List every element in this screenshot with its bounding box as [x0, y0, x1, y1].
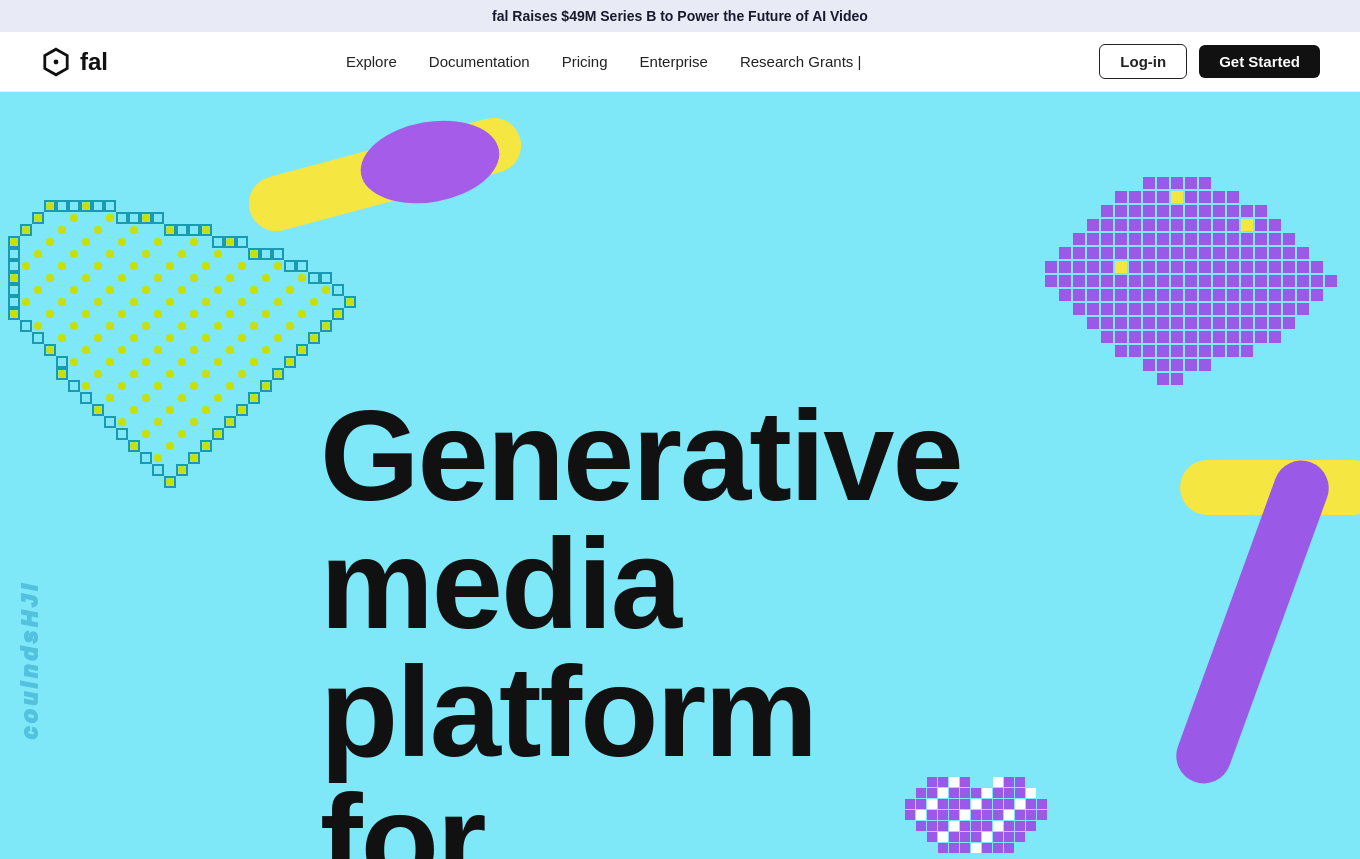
nav-item-documentation[interactable]: Documentation — [429, 53, 530, 71]
announcement-link[interactable]: fal Raises $49M Series B to Power the Fu… — [492, 8, 868, 24]
logo-area[interactable]: fal — [40, 46, 108, 78]
navbar: fal Explore Documentation Pricing Enterp… — [0, 32, 1360, 92]
get-started-button[interactable]: Get Started — [1199, 45, 1320, 78]
hero-content: Generative media platform for developers… — [320, 392, 1080, 859]
nav-item-explore[interactable]: Explore — [346, 53, 397, 71]
login-button[interactable]: Log-in — [1099, 44, 1187, 79]
nav-actions: Log-in Get Started — [1099, 44, 1320, 79]
fal-logo-icon — [40, 46, 72, 78]
nav-item-research-grants[interactable]: Research Grants | — [740, 53, 861, 71]
hero-section: couindsHJI Generative media platform for… — [0, 92, 1360, 859]
pixel-art-top-right — [1040, 172, 1360, 412]
svg-point-0 — [54, 59, 59, 64]
nav-links: Explore Documentation Pricing Enterprise… — [346, 53, 861, 71]
vertical-decorative-text: couindsHJI — [17, 580, 43, 739]
logo-text: fal — [80, 48, 108, 76]
hero-title: Generative media platform for developers… — [320, 392, 1080, 859]
nav-item-enterprise[interactable]: Enterprise — [640, 53, 708, 71]
announcement-bar: fal Raises $49M Series B to Power the Fu… — [0, 0, 1360, 32]
nav-item-pricing[interactable]: Pricing — [562, 53, 608, 71]
